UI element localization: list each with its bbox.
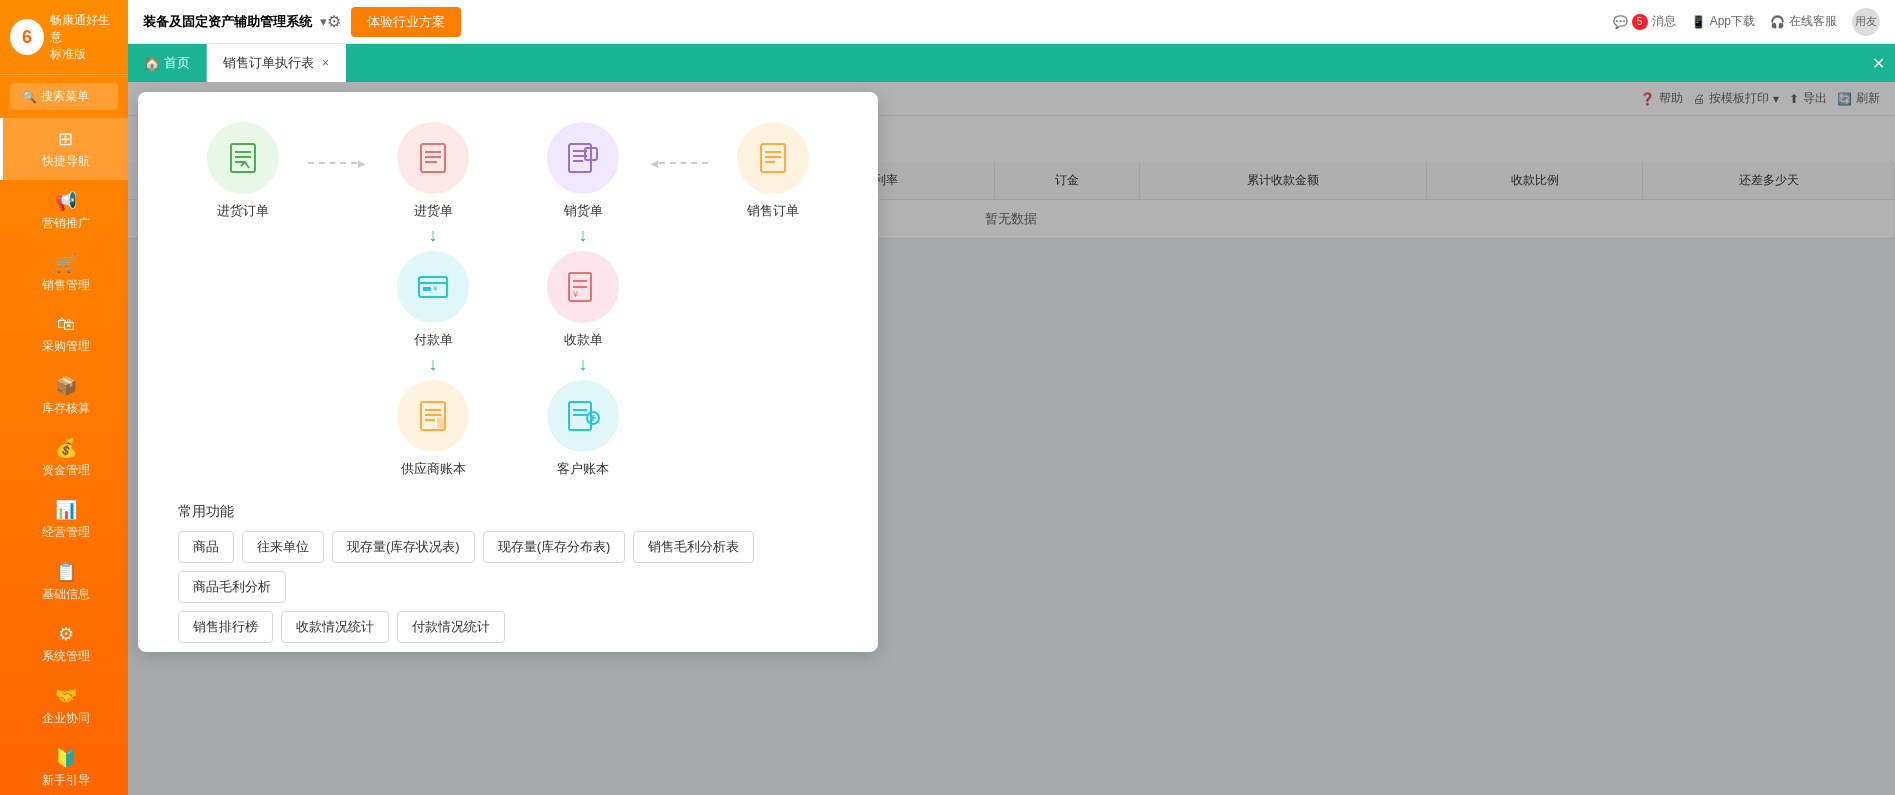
message-icon: 💬 [1613,15,1628,29]
tabbar-close-wrap: ✕ [1872,44,1885,82]
inventory-icon: 📦 [55,375,77,397]
header: 装备及固定资产辅助管理系统 ▾ ⚙ 体验行业方案 💬 5 消息 📱 App下载 … [128,0,1895,44]
fn-btn-payment-stats[interactable]: 付款情况统计 [397,611,505,643]
flow-node-sales-order[interactable]: 销售订单 [708,122,838,220]
sidebar-item-finance[interactable]: 💰 资金管理 [0,427,128,489]
online-service-btn[interactable]: 🎧 在线客服 [1770,13,1837,30]
fn-btn-sales-rank[interactable]: 销售排行榜 [178,611,273,643]
sidebar-nav: ⊞ 快捷导航 📢 营销推广 🛒 销售管理 🛍 采购管理 📦 库存核算 💰 资金管… [0,118,128,795]
search-icon: 🔍 [22,90,37,104]
svg-text:¥: ¥ [432,284,438,293]
sidebar-item-basic-info[interactable]: 📋 基础信息 [0,551,128,613]
sidebar-item-operations[interactable]: 📊 经营管理 [0,489,128,551]
sales-bill-circle [547,122,619,194]
receipt-bill-circle: ¥ [547,251,619,323]
svg-rect-29 [437,418,445,428]
flow-node-purchase-order[interactable]: 进货订单 [178,122,308,220]
message-btn[interactable]: 💬 5 消息 [1613,13,1676,30]
sidebar-item-quick-nav[interactable]: ⊞ 快捷导航 [0,118,128,180]
purchase-icon: 🛍 [57,314,75,335]
tab-close-icon[interactable]: × [322,56,329,70]
svg-text:¥: ¥ [572,289,579,299]
app-logo-text: 畅康通好生意 标准版 [50,12,118,62]
sidebar-search[interactable]: 🔍 搜索菜单 [10,83,118,110]
enterprise-icon: 🤝 [55,685,77,707]
common-functions: 常用功能 商品 往来单位 现存量(库存状况表) 现存量(库存分布表) 销售毛利分… [138,503,878,652]
download-icon: 📱 [1691,15,1706,29]
home-icon: 🏠 [144,56,160,71]
customer-account-circle [547,380,619,452]
tabbar: 🏠 首页 销售订单执行表 × ✕ [128,44,1895,82]
modal-overlay: 进货订单 ► 进货单 [128,82,1895,795]
operations-icon: 📊 [55,499,77,521]
flow-modal: 进货订单 ► 进货单 [138,92,878,652]
purchase-bill-circle [397,122,469,194]
app-logo-icon: 6 [10,19,44,55]
tab-home[interactable]: 🏠 首页 [128,44,207,82]
system-name: 装备及固定资产辅助管理系统 [143,13,312,31]
sidebar-logo: 6 畅康通好生意 标准版 [0,0,128,75]
fn-btn-product[interactable]: 商品 [178,531,234,563]
sales-order-circle [737,122,809,194]
function-buttons-group: 商品 往来单位 现存量(库存状况表) 现存量(库存分布表) 销售毛利分析表 商品… [178,531,838,603]
flow-node-customer-account[interactable]: 客户账本 [518,380,648,478]
guide-icon: 🔰 [55,747,77,769]
settings-icon[interactable]: ⚙ [327,12,341,31]
tab-sales-order-exec[interactable]: 销售订单执行表 × [207,44,346,82]
flow-node-supplier-account[interactable]: 供应商账本 [368,380,498,478]
supplier-account-circle [397,380,469,452]
header-actions: 💬 5 消息 📱 App下载 🎧 在线客服 用友 [1613,8,1880,36]
app-download-btn[interactable]: 📱 App下载 [1691,13,1755,30]
fn-btn-stock-status[interactable]: 现存量(库存状况表) [332,531,475,563]
fn-btn-contacts[interactable]: 往来单位 [242,531,324,563]
flow-area: 进货订单 ► 进货单 [138,92,878,503]
sidebar: 6 畅康通好生意 标准版 🔍 搜索菜单 ⊞ 快捷导航 📢 营销推广 🛒 销售管理… [0,0,128,795]
sales-icon: 🛒 [55,252,77,274]
sidebar-item-sales[interactable]: 🛒 销售管理 [0,242,128,304]
message-badge: 5 [1632,14,1648,30]
sidebar-item-marketing[interactable]: 📢 营销推广 [0,180,128,242]
experience-btn[interactable]: 体验行业方案 [351,7,461,37]
sidebar-item-enterprise[interactable]: 🤝 企业协同 [0,675,128,737]
fn-btn-product-margin[interactable]: 商品毛利分析 [178,571,286,603]
payment-bill-circle: ¥ [397,251,469,323]
finance-icon: 💰 [55,437,77,459]
headset-icon: 🎧 [1770,15,1785,29]
sidebar-item-purchase[interactable]: 🛍 采购管理 [0,304,128,365]
flow-node-purchase-bill[interactable]: 进货单 [368,122,498,220]
svg-rect-19 [423,287,431,291]
marketing-icon: 📢 [55,190,77,212]
fn-btn-receipt-stats[interactable]: 收款情况统计 [281,611,389,643]
quick-nav-icon: ⊞ [58,128,73,150]
purchase-order-circle [207,122,279,194]
flow-node-payment-bill[interactable]: ¥ 付款单 [368,251,498,349]
user-menu[interactable]: 用友 [1852,8,1880,36]
function-buttons-group2: 销售排行榜 收款情况统计 付款情况统计 [178,611,838,643]
fn-btn-sales-margin[interactable]: 销售毛利分析表 [633,531,754,563]
flow-node-sales-bill[interactable]: 销货单 [518,122,648,220]
sidebar-item-guide[interactable]: 🔰 新手引导 [0,737,128,795]
system-dropdown[interactable]: ▾ [320,14,327,29]
tabbar-close-btn[interactable]: ✕ [1872,54,1885,73]
basic-info-icon: 📋 [55,561,77,583]
avatar: 用友 [1852,8,1880,36]
sidebar-item-system[interactable]: ⚙ 系统管理 [0,613,128,675]
common-functions-title: 常用功能 [178,503,838,521]
chevron-down-icon: ▾ [320,14,327,29]
fn-btn-stock-dist[interactable]: 现存量(库存分布表) [483,531,626,563]
sidebar-item-inventory[interactable]: 📦 库存核算 [0,365,128,427]
flow-node-receipt-bill[interactable]: ¥ 收款单 [518,251,648,349]
system-icon: ⚙ [58,623,74,645]
